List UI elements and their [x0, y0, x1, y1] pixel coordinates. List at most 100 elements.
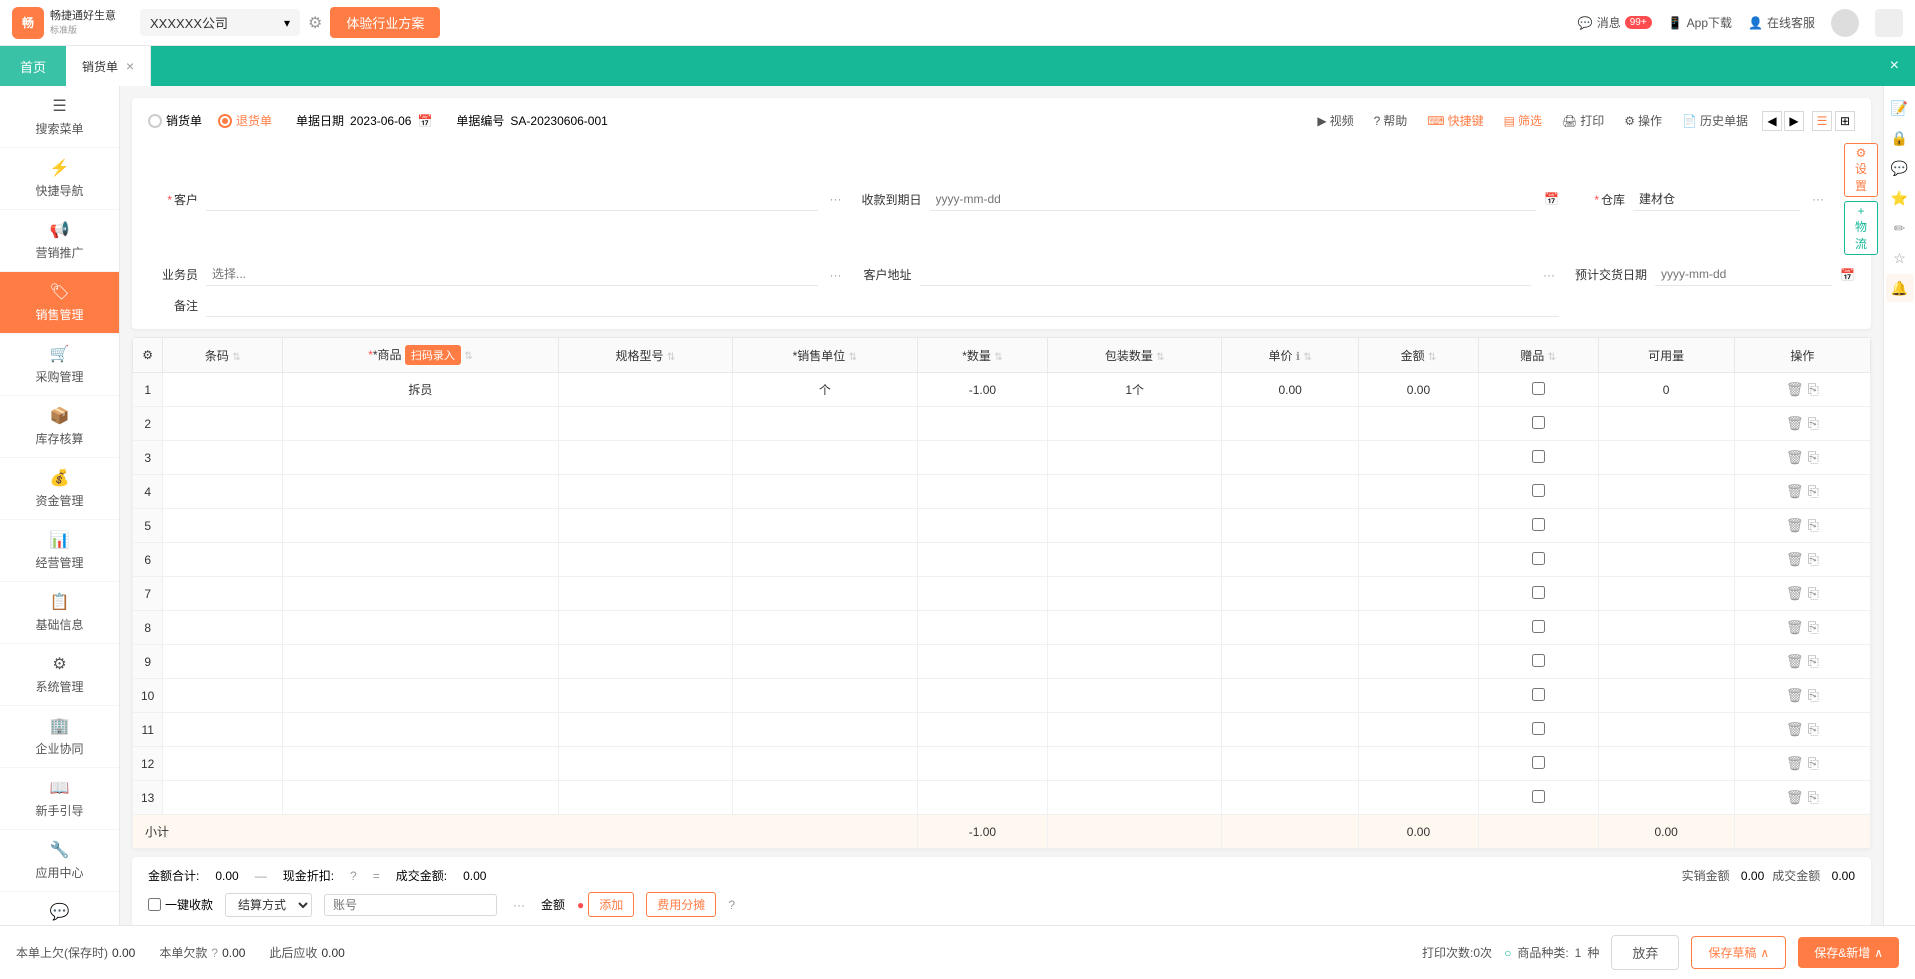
row-gift-10[interactable]	[1478, 713, 1598, 747]
sidebar-item-guide[interactable]: 📖 新手引导	[0, 768, 119, 830]
row-spec-4[interactable]	[558, 509, 732, 543]
row-pkg-11[interactable]	[1048, 747, 1222, 781]
row-unit-0[interactable]: 个	[732, 373, 917, 407]
row-amount-11[interactable]	[1359, 747, 1479, 781]
row-gift-7[interactable]	[1478, 611, 1598, 645]
row-delete-4[interactable]: 🗑	[1786, 517, 1804, 534]
row-gift-2[interactable]	[1478, 441, 1598, 475]
row-delete-11[interactable]: 🗑	[1786, 755, 1804, 772]
row-barcode-3[interactable]	[163, 475, 283, 509]
sidebar-item-purchase[interactable]: 🛒 采购管理	[0, 334, 119, 396]
row-product-3[interactable]	[283, 475, 559, 509]
prev-arrow[interactable]: ◀	[1762, 111, 1782, 131]
online-service-btn[interactable]: 👤 在线客服	[1748, 14, 1815, 31]
calendar-icon[interactable]: 📅	[417, 114, 432, 128]
row-product-9[interactable]	[283, 679, 559, 713]
row-copy-2[interactable]: ⎘	[1808, 449, 1819, 466]
row-pkg-10[interactable]	[1048, 713, 1222, 747]
video-btn[interactable]: ▶ 视频	[1311, 110, 1359, 131]
row-product-1[interactable]	[283, 407, 559, 441]
row-amount-10[interactable]	[1359, 713, 1479, 747]
sidebar-item-system[interactable]: ⚙ 系统管理	[0, 644, 119, 706]
customer-more-btn[interactable]: ···	[826, 192, 846, 206]
row-barcode-12[interactable]	[163, 781, 283, 815]
discount-info-icon[interactable]: ?	[350, 869, 357, 883]
sort-spec-icon[interactable]: ⇅	[667, 352, 675, 363]
row-gift-6[interactable]	[1478, 577, 1598, 611]
right-icon-bookmark[interactable]: ☆	[1886, 244, 1914, 272]
app-download-btn[interactable]: 📱 App下载	[1668, 14, 1732, 31]
row-qty-7[interactable]	[917, 611, 1047, 645]
warehouse-more-btn[interactable]: ···	[1808, 192, 1828, 206]
right-icon-lock[interactable]: 🔒	[1886, 124, 1914, 152]
payment-date-input[interactable]	[930, 188, 1537, 211]
shortcut-btn[interactable]: ⌨ 快捷键	[1421, 110, 1489, 131]
row-barcode-4[interactable]	[163, 509, 283, 543]
row-price-8[interactable]	[1222, 645, 1359, 679]
row-price-3[interactable]	[1222, 475, 1359, 509]
history-btn[interactable]: 📄 历史单据	[1676, 110, 1754, 131]
close-all-tabs-button[interactable]: ×	[1882, 46, 1907, 86]
row-copy-4[interactable]: ⎘	[1808, 517, 1819, 534]
row-unit-11[interactable]	[732, 747, 917, 781]
sidebar-item-enterprise[interactable]: 🏢 企业协同	[0, 706, 119, 768]
row-unit-5[interactable]	[732, 543, 917, 577]
row-pkg-1[interactable]	[1048, 407, 1222, 441]
row-pkg-8[interactable]	[1048, 645, 1222, 679]
row-spec-2[interactable]	[558, 441, 732, 475]
row-delete-10[interactable]: 🗑	[1786, 721, 1804, 738]
one-click-pay-input[interactable]	[148, 898, 161, 911]
total-owed-info[interactable]: ?	[211, 946, 218, 960]
row-qty-10[interactable]	[917, 713, 1047, 747]
row-copy-6[interactable]: ⎘	[1808, 585, 1819, 602]
row-unit-9[interactable]	[732, 679, 917, 713]
row-product-12[interactable]	[283, 781, 559, 815]
tab-active[interactable]: 销货单 ×	[66, 46, 151, 86]
one-click-pay-checkbox[interactable]: 一键收款	[148, 896, 213, 913]
account-more-btn[interactable]: ···	[509, 898, 529, 912]
row-copy-9[interactable]: ⎘	[1808, 687, 1819, 704]
row-delete-6[interactable]: 🗑	[1786, 585, 1804, 602]
row-copy-5[interactable]: ⎘	[1808, 551, 1819, 568]
expected-date-input[interactable]	[1655, 263, 1832, 286]
sort-barcode-icon[interactable]: ⇅	[232, 352, 240, 363]
save-draft-chevron[interactable]: ∧	[1760, 946, 1769, 960]
help-btn[interactable]: ? 帮助	[1368, 110, 1414, 131]
row-spec-10[interactable]	[558, 713, 732, 747]
row-delete-1[interactable]: 🗑	[1786, 415, 1804, 432]
save-new-button[interactable]: 保存&新增 ∧	[1798, 937, 1899, 968]
row-delete-2[interactable]: 🗑	[1786, 449, 1804, 466]
right-icon-note[interactable]: 📝	[1886, 94, 1914, 122]
row-price-2[interactable]	[1222, 441, 1359, 475]
row-spec-9[interactable]	[558, 679, 732, 713]
tab-close-icon[interactable]: ×	[126, 58, 134, 74]
row-copy-1[interactable]: ⎘	[1808, 415, 1819, 432]
row-amount-2[interactable]	[1359, 441, 1479, 475]
row-price-12[interactable]	[1222, 781, 1359, 815]
row-unit-1[interactable]	[732, 407, 917, 441]
salesperson-more-btn[interactable]: ···	[826, 268, 846, 282]
discard-button[interactable]: 放弃	[1611, 935, 1679, 970]
row-pkg-12[interactable]	[1048, 781, 1222, 815]
row-qty-12[interactable]	[917, 781, 1047, 815]
sidebar-item-management[interactable]: 📊 经营管理	[0, 520, 119, 582]
row-amount-9[interactable]	[1359, 679, 1479, 713]
trial-button[interactable]: 体验行业方案	[330, 7, 440, 38]
address-more-btn[interactable]: ···	[1539, 268, 1559, 282]
radio-return-order[interactable]: 退货单	[218, 112, 272, 129]
row-delete-8[interactable]: 🗑	[1786, 653, 1804, 670]
row-pkg-7[interactable]	[1048, 611, 1222, 645]
sidebar-item-basic[interactable]: 📋 基础信息	[0, 582, 119, 644]
message-btn[interactable]: 💬 消息 99+	[1578, 14, 1652, 31]
row-product-4[interactable]	[283, 509, 559, 543]
row-copy-11[interactable]: ⎘	[1808, 755, 1819, 772]
salesperson-input[interactable]	[206, 263, 818, 286]
sidebar-item-marketing[interactable]: 📢 营销推广	[0, 210, 119, 272]
row-barcode-0[interactable]	[163, 373, 283, 407]
flow-button[interactable]: + 物流	[1844, 201, 1878, 255]
row-product-11[interactable]	[283, 747, 559, 781]
customer-address-input[interactable]	[920, 263, 1532, 286]
row-qty-9[interactable]	[917, 679, 1047, 713]
row-qty-2[interactable]	[917, 441, 1047, 475]
radio-sales-order[interactable]: 销货单	[148, 112, 202, 129]
